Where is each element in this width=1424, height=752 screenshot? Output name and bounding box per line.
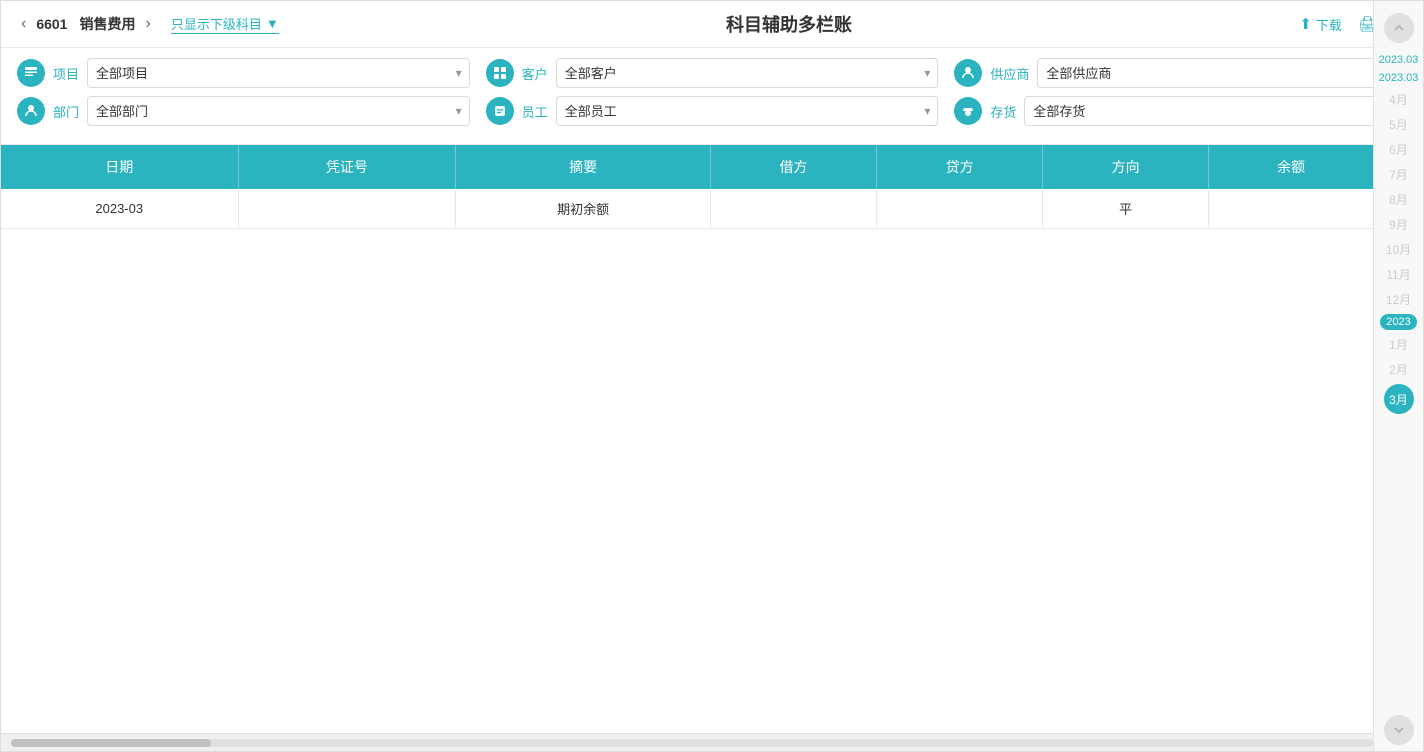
filter-row-2: 部门 全部部门 员工 全部员工 [17,96,1407,126]
table-header-row: 日期 凭证号 摘要 借方 贷方 方向 余额 [1,145,1373,189]
supplier-select[interactable]: 全部供应商 [1037,58,1407,88]
col-credit: 贷方 [877,145,1043,189]
horizontal-scrollbar[interactable] [1,733,1383,751]
project-select-wrapper: 全部项目 [87,58,470,88]
download-label: 下载 [1316,15,1342,34]
scrollbar-track [11,739,1373,747]
cell-credit [877,189,1043,229]
sidebar-month-1[interactable]: 1月 [1389,332,1408,357]
right-sidebar: 2023.03 2023.03 4月 5月 6月 7月 8月 9月 10月 11… [1373,1,1423,752]
department-select[interactable]: 全部部门 [87,96,470,126]
filter-supplier: 供应商 全部供应商 [954,58,1407,88]
cell-balance [1209,189,1373,229]
prev-account-btn[interactable]: ‹ [17,15,30,33]
inventory-select-wrapper: 全部存货 [1024,96,1407,126]
sidebar-month-10[interactable]: 10月 [1386,237,1411,262]
project-icon [17,59,45,87]
cell-summary: 期初余额 [456,189,711,229]
table-container: 日期 凭证号 摘要 借方 贷方 方向 余额 2023-03 期初余额 平 [1,145,1373,697]
filter-row-1: 项目 全部项目 客户 全部客户 [17,58,1407,88]
account-code: 6601 [36,16,67,32]
employee-select-wrapper: 全部员工 [556,96,939,126]
account-name: 销售费用 [79,14,135,34]
customer-icon [486,59,514,87]
filter-employee: 员工 全部员工 [486,96,939,126]
sidebar-month-4[interactable]: 4月 [1389,87,1408,112]
inventory-label: 存货 [990,102,1016,121]
col-summary: 摘要 [456,145,711,189]
supplier-select-wrapper: 全部供应商 [1037,58,1407,88]
sidebar-month-8[interactable]: 8月 [1389,187,1408,212]
customer-label: 客户 [522,64,548,83]
header-bar: ‹ 6601 销售费用 › 只显示下级科目 ▼ 科目辅助多栏账 ⬆ 下载 🖨 打… [1,1,1423,48]
table-row: 2023-03 期初余额 平 [1,189,1373,229]
sidebar-month-6[interactable]: 6月 [1389,137,1408,162]
show-sub-chevron: ▼ [266,16,279,31]
project-select[interactable]: 全部项目 [87,58,470,88]
department-label: 部门 [53,102,79,121]
inventory-select[interactable]: 全部存货 [1024,96,1407,126]
sidebar-month-5[interactable]: 5月 [1389,112,1408,137]
filter-section: 项目 全部项目 客户 全部客户 [1,48,1423,145]
col-direction: 方向 [1043,145,1209,189]
sidebar-month-9[interactable]: 9月 [1389,212,1408,237]
cell-voucher [238,189,456,229]
show-sub-label: 只显示下级科目 [171,14,262,33]
download-icon: ⬆ [1299,15,1312,33]
cell-debit [710,189,876,229]
supplier-label: 供应商 [990,64,1029,83]
customer-select[interactable]: 全部客户 [556,58,939,88]
cell-date: 2023-03 [1,189,238,229]
sidebar-month-12[interactable]: 12月 [1386,287,1411,312]
customer-select-wrapper: 全部客户 [556,58,939,88]
cell-direction: 平 [1043,189,1209,229]
employee-select[interactable]: 全部员工 [556,96,939,126]
ledger-table: 日期 凭证号 摘要 借方 贷方 方向 余额 2023-03 期初余额 平 [1,145,1373,229]
filter-customer: 客户 全部客户 [486,58,939,88]
filter-department: 部门 全部部门 [17,96,470,126]
employee-label: 员工 [522,102,548,121]
supplier-icon [954,59,982,87]
scrollbar-thumb[interactable] [11,739,211,747]
filter-inventory: 存货 全部存货 [954,96,1407,126]
sidebar-month-3-active[interactable]: 3月 [1384,384,1414,414]
sidebar-month-7[interactable]: 7月 [1389,162,1408,187]
inventory-icon [954,97,982,125]
project-label: 项目 [53,64,79,83]
employee-icon [486,97,514,125]
sidebar-scroll-down-btn[interactable] [1384,715,1414,745]
main-window: ‹ 6601 销售费用 › 只显示下级科目 ▼ 科目辅助多栏账 ⬆ 下载 🖨 打… [0,0,1424,752]
download-btn[interactable]: ⬆ 下载 [1299,15,1342,34]
next-account-btn[interactable]: › [141,15,154,33]
department-icon [17,97,45,125]
sidebar-month-11[interactable]: 11月 [1386,262,1410,287]
col-debit: 借方 [710,145,876,189]
show-sub-btn[interactable]: 只显示下级科目 ▼ [171,14,279,34]
page-title: 科目辅助多栏账 [279,11,1300,37]
sidebar-year-badge: 2023 [1380,314,1416,330]
sidebar-scroll-up-btn[interactable] [1384,13,1414,43]
filter-project: 项目 全部项目 [17,58,470,88]
col-voucher: 凭证号 [238,145,456,189]
sidebar-date-1[interactable]: 2023.03 [1377,51,1421,69]
department-select-wrapper: 全部部门 [87,96,470,126]
sidebar-month-2[interactable]: 2月 [1389,357,1408,382]
sidebar-date-2[interactable]: 2023.03 [1377,69,1421,87]
col-balance: 余额 [1209,145,1373,189]
col-date: 日期 [1,145,238,189]
